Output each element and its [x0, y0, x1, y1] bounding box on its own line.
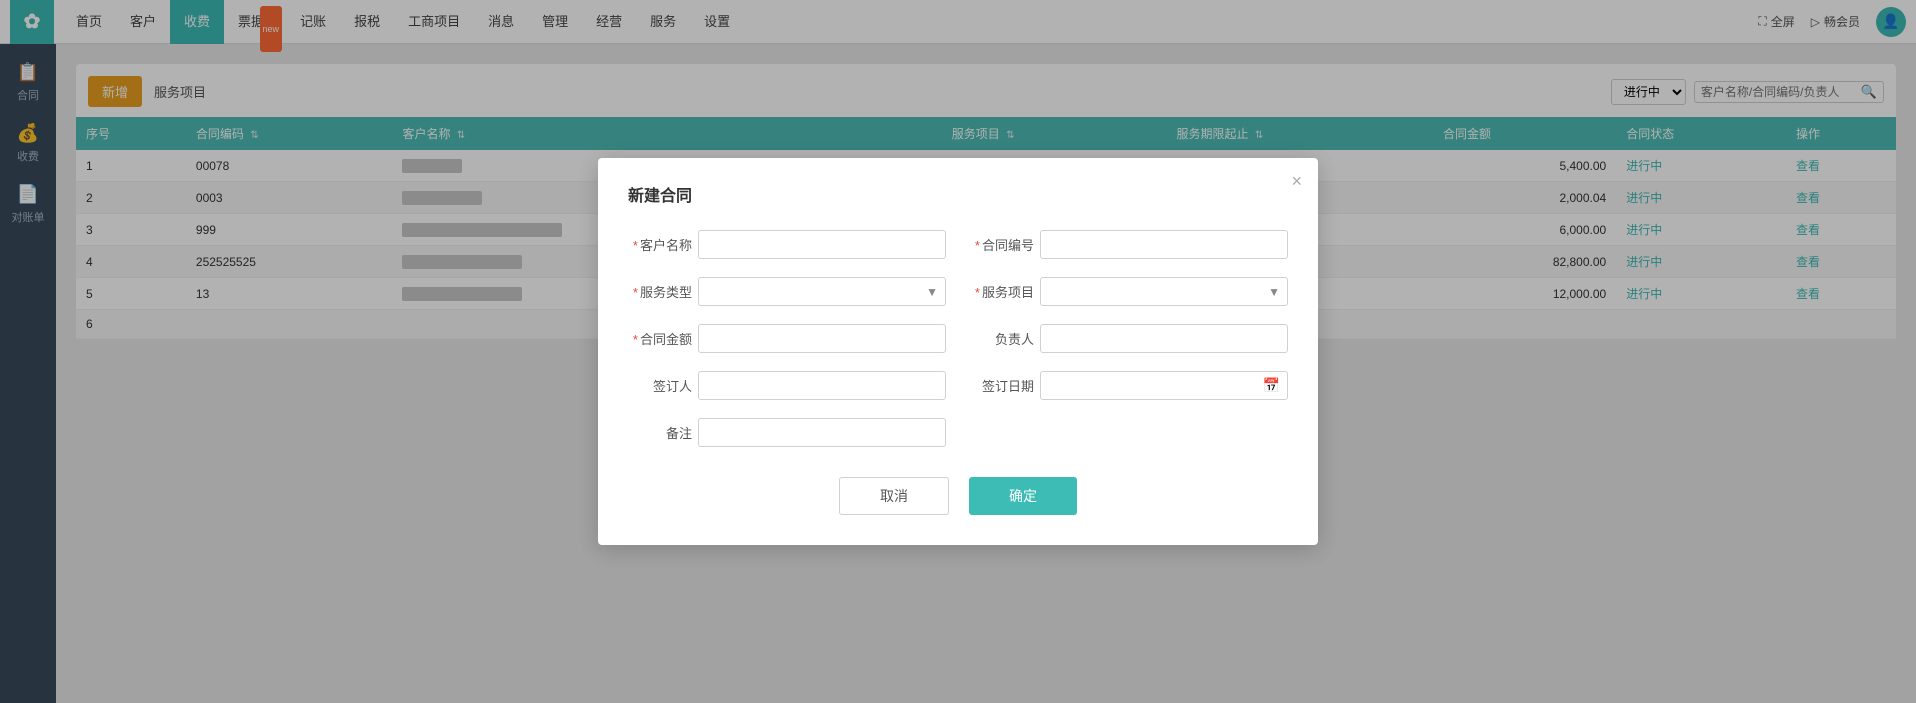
contract-amount-label: *合同金额 — [628, 329, 692, 348]
form-row-5: 备注 — [628, 418, 1288, 447]
contract-no-label: *合同编号 — [970, 235, 1034, 254]
notes-input[interactable] — [698, 418, 946, 447]
service-item-wrapper: ▼ — [1040, 277, 1288, 306]
notes-label: 备注 — [628, 423, 692, 442]
sign-date-group: 签订日期 2023-06-06 📅 — [970, 371, 1288, 400]
modal-title: 新建合同 — [628, 182, 1288, 206]
customer-name-label: *客户名称 — [628, 235, 692, 254]
signatory-input[interactable] — [698, 371, 946, 400]
form-row-4: 签订人 签订日期 2023-06-06 📅 — [628, 371, 1288, 400]
service-item-select[interactable] — [1040, 277, 1288, 306]
new-contract-modal: 新建合同 × *客户名称 *合同编号 *服务类型 — [598, 158, 1318, 545]
form-row-2: *服务类型 ▼ *服务项目 ▼ — [628, 277, 1288, 306]
responsible-group: 负责人 — [970, 324, 1288, 353]
service-type-label: *服务类型 — [628, 282, 692, 301]
form-row-1: *客户名称 *合同编号 — [628, 230, 1288, 259]
sign-date-wrapper: 2023-06-06 📅 — [1040, 371, 1288, 400]
modal-footer: 取消 确定 — [628, 477, 1288, 515]
required-star-2: * — [975, 238, 980, 253]
required-star-3: * — [633, 285, 638, 300]
contract-amount-group: *合同金额 0.00 — [628, 324, 946, 353]
required-star-1: * — [633, 238, 638, 253]
signatory-group: 签订人 — [628, 371, 946, 400]
contract-amount-input[interactable]: 0.00 — [698, 324, 946, 353]
customer-name-input[interactable] — [698, 230, 946, 259]
service-item-group: *服务项目 ▼ — [970, 277, 1288, 306]
required-star-5: * — [633, 332, 638, 347]
service-type-select[interactable] — [698, 277, 946, 306]
confirm-button[interactable]: 确定 — [969, 477, 1077, 515]
responsible-input[interactable] — [1040, 324, 1288, 353]
service-type-wrapper: ▼ — [698, 277, 946, 306]
customer-name-group: *客户名称 — [628, 230, 946, 259]
contract-no-input[interactable] — [1040, 230, 1288, 259]
service-type-group: *服务类型 ▼ — [628, 277, 946, 306]
notes-group: 备注 — [628, 418, 946, 447]
responsible-label: 负责人 — [970, 329, 1034, 348]
required-star-4: * — [975, 285, 980, 300]
form-row-3: *合同金额 0.00 负责人 — [628, 324, 1288, 353]
sign-date-label: 签订日期 — [970, 376, 1034, 395]
cancel-button[interactable]: 取消 — [839, 477, 949, 515]
contract-no-group: *合同编号 — [970, 230, 1288, 259]
modal-overlay: 新建合同 × *客户名称 *合同编号 *服务类型 — [0, 0, 1916, 703]
service-item-label: *服务项目 — [970, 282, 1034, 301]
close-button[interactable]: × — [1291, 172, 1302, 190]
signatory-label: 签订人 — [628, 376, 692, 395]
sign-date-input[interactable]: 2023-06-06 — [1040, 371, 1288, 400]
